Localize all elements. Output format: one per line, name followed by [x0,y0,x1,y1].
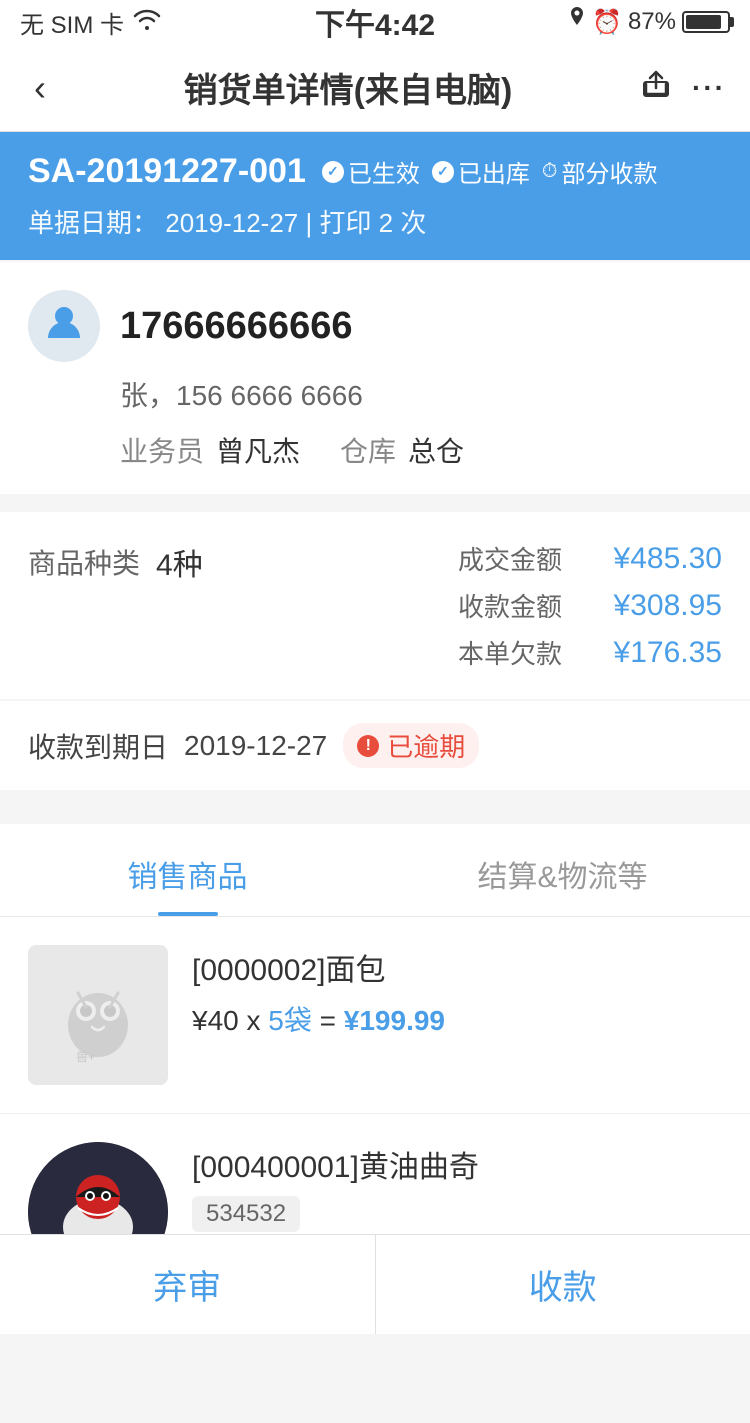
product-base-price-1: ¥40 [192,1005,239,1036]
divider-2 [0,790,750,806]
tab-sales-products[interactable]: 销售商品 [0,824,375,916]
salesperson-label: 业务员 [120,430,204,470]
divider-1 [0,494,750,510]
overdue-date: 2019-12-27 [184,730,327,762]
status-active-label: 已生效 [348,154,420,189]
received-row: 收款金额 ¥308.95 [458,587,722,624]
order-date-value: 2019-12-27 [165,208,298,238]
customer-phone: 17666666666 [120,305,352,348]
product-total-1: ¥199.99 [344,1005,445,1036]
customer-meta: 业务员 曾凡杰 仓库 总仓 [120,430,722,470]
product-types: 商品种类 4种 [28,540,203,584]
svg-text:兽+: 兽+ [76,1050,95,1064]
location-icon [568,7,586,38]
status-tags: ✓ 已生效 ✓ 已出库 ⏱ 部分收款 [322,154,658,189]
clock-icon: ⏱ [542,160,558,183]
tab-settlement[interactable]: 结算&物流等 [375,824,750,916]
overdue-dot-icon: ! [357,735,379,757]
order-number: SA-20191227-001 [28,152,306,191]
tab-settlement-label: 结算&物流等 [477,861,647,894]
confirm-label: 收款 [529,1260,597,1309]
product-sku-2: 534532 [192,1196,300,1232]
product-name-1: [0000002]面包 [192,945,722,989]
status-right: ⏰ 87% [568,7,730,38]
order-date-row: 单据日期： 2019-12-27 | 打印 2 次 [28,203,722,240]
nav-actions: ··· [640,68,726,108]
product-price-1: ¥40 x 5袋 = ¥199.99 [192,999,722,1039]
transaction-label: 成交金额 [458,540,562,577]
warehouse-item: 仓库 总仓 [340,430,464,470]
owed-value: ¥176.35 [582,636,722,670]
cancel-label: 弃审 [153,1260,221,1309]
alarm-icon: ⏰ [592,8,622,37]
product-types-value: 4种 [156,540,203,584]
customer-name-phone: 张，156 6666 6666 [120,374,722,414]
tab-sales-label: 销售商品 [128,861,248,894]
status-tag-active: ✓ 已生效 [322,154,420,189]
back-button[interactable]: ‹ [24,57,56,119]
customer-row: 17666666666 [28,290,722,362]
nav-bar: ‹ 销货单详情(来自电脑) ··· [0,44,750,132]
carrier-text: 无 SIM 卡 [20,5,124,40]
customer-avatar [28,290,100,362]
product-name-2: [000400001]黄油曲奇 [192,1142,722,1186]
bottom-bar: 弃审 收款 [0,1234,750,1334]
owed-row: 本单欠款 ¥176.35 [458,634,722,671]
warehouse-value: 总仓 [408,430,464,470]
product-equals-icon-1: = [320,1005,344,1036]
product-image-1: 兽+ [28,945,168,1085]
product-info-1: [0000002]面包 ¥40 x 5袋 = ¥199.99 [192,945,722,1039]
salesperson-value: 曾凡杰 [216,430,300,470]
share-icon[interactable] [640,68,672,108]
owed-label: 本单欠款 [458,634,562,671]
stats-section: 商品种类 4种 成交金额 ¥485.30 收款金额 ¥308.95 本单欠款 ¥… [0,512,750,699]
status-tag-partial: ⏱ 部分收款 [542,154,658,189]
cancel-button[interactable]: 弃审 [0,1235,376,1334]
overdue-badge: ! 已逾期 [343,723,479,768]
order-banner: SA-20191227-001 ✓ 已生效 ✓ 已出库 ⏱ 部分收款 单据日期：… [0,132,750,260]
status-tag-shipped: ✓ 已出库 [432,154,530,189]
wifi-icon [132,8,162,37]
received-label: 收款金额 [458,587,562,624]
order-print-info: | 打印 2 次 [305,208,426,238]
overdue-section: 收款到期日 2019-12-27 ! 已逾期 [0,701,750,790]
product-types-label: 商品种类 [28,542,140,582]
product-placeholder-1: 兽+ [28,945,168,1085]
check-shipped-icon: ✓ [432,161,454,183]
product-item: 兽+ [0000002]面包 ¥40 x 5袋 = ¥199.99 [0,917,750,1114]
status-shipped-label: 已出库 [458,154,530,189]
received-value: ¥308.95 [582,589,722,623]
person-icon [43,300,85,352]
page-title: 销货单详情(来自电脑) [184,63,513,112]
status-left: 无 SIM 卡 [20,5,162,40]
time-display: 下午4:42 [315,0,435,44]
check-active-icon: ✓ [322,161,344,183]
overdue-label: 收款到期日 [28,726,168,766]
battery-text: 87% [628,8,676,36]
status-partial-label: 部分收款 [562,154,658,189]
status-bar: 无 SIM 卡 下午4:42 ⏰ 87% [0,0,750,44]
warehouse-label: 仓库 [340,430,396,470]
overdue-text: 已逾期 [387,727,465,764]
tabs-section: 销售商品 结算&物流等 [0,824,750,917]
financial-stats: 成交金额 ¥485.30 收款金额 ¥308.95 本单欠款 ¥176.35 [458,540,722,671]
order-date-label: 单据日期： [28,208,158,238]
order-banner-top: SA-20191227-001 ✓ 已生效 ✓ 已出库 ⏱ 部分收款 [28,152,722,191]
transaction-value: ¥485.30 [582,542,722,576]
confirm-button[interactable]: 收款 [376,1235,750,1334]
product-qty-1: 5袋 [268,1005,312,1036]
product-multiply-icon-1: x [247,1005,269,1036]
battery-indicator [682,11,730,33]
more-icon[interactable]: ··· [692,72,726,104]
transaction-row: 成交金额 ¥485.30 [458,540,722,577]
salesperson-item: 业务员 曾凡杰 [120,430,300,470]
customer-section: 17666666666 张，156 6666 6666 业务员 曾凡杰 仓库 总… [0,262,750,494]
